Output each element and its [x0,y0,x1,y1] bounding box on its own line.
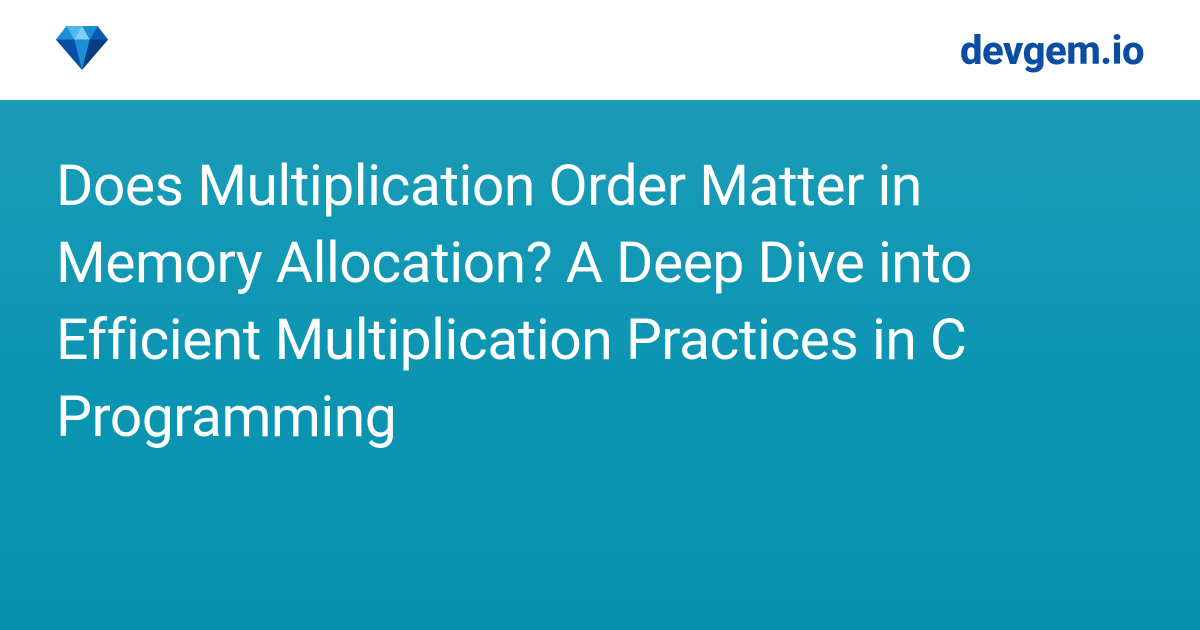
logo [56,26,108,74]
brand-name: devgem.io [960,27,1144,74]
header: devgem.io [0,0,1200,100]
article-title: Does Multiplication Order Matter in Memo… [56,148,1016,456]
hero: Does Multiplication Order Matter in Memo… [0,100,1200,630]
gem-icon [56,26,108,74]
